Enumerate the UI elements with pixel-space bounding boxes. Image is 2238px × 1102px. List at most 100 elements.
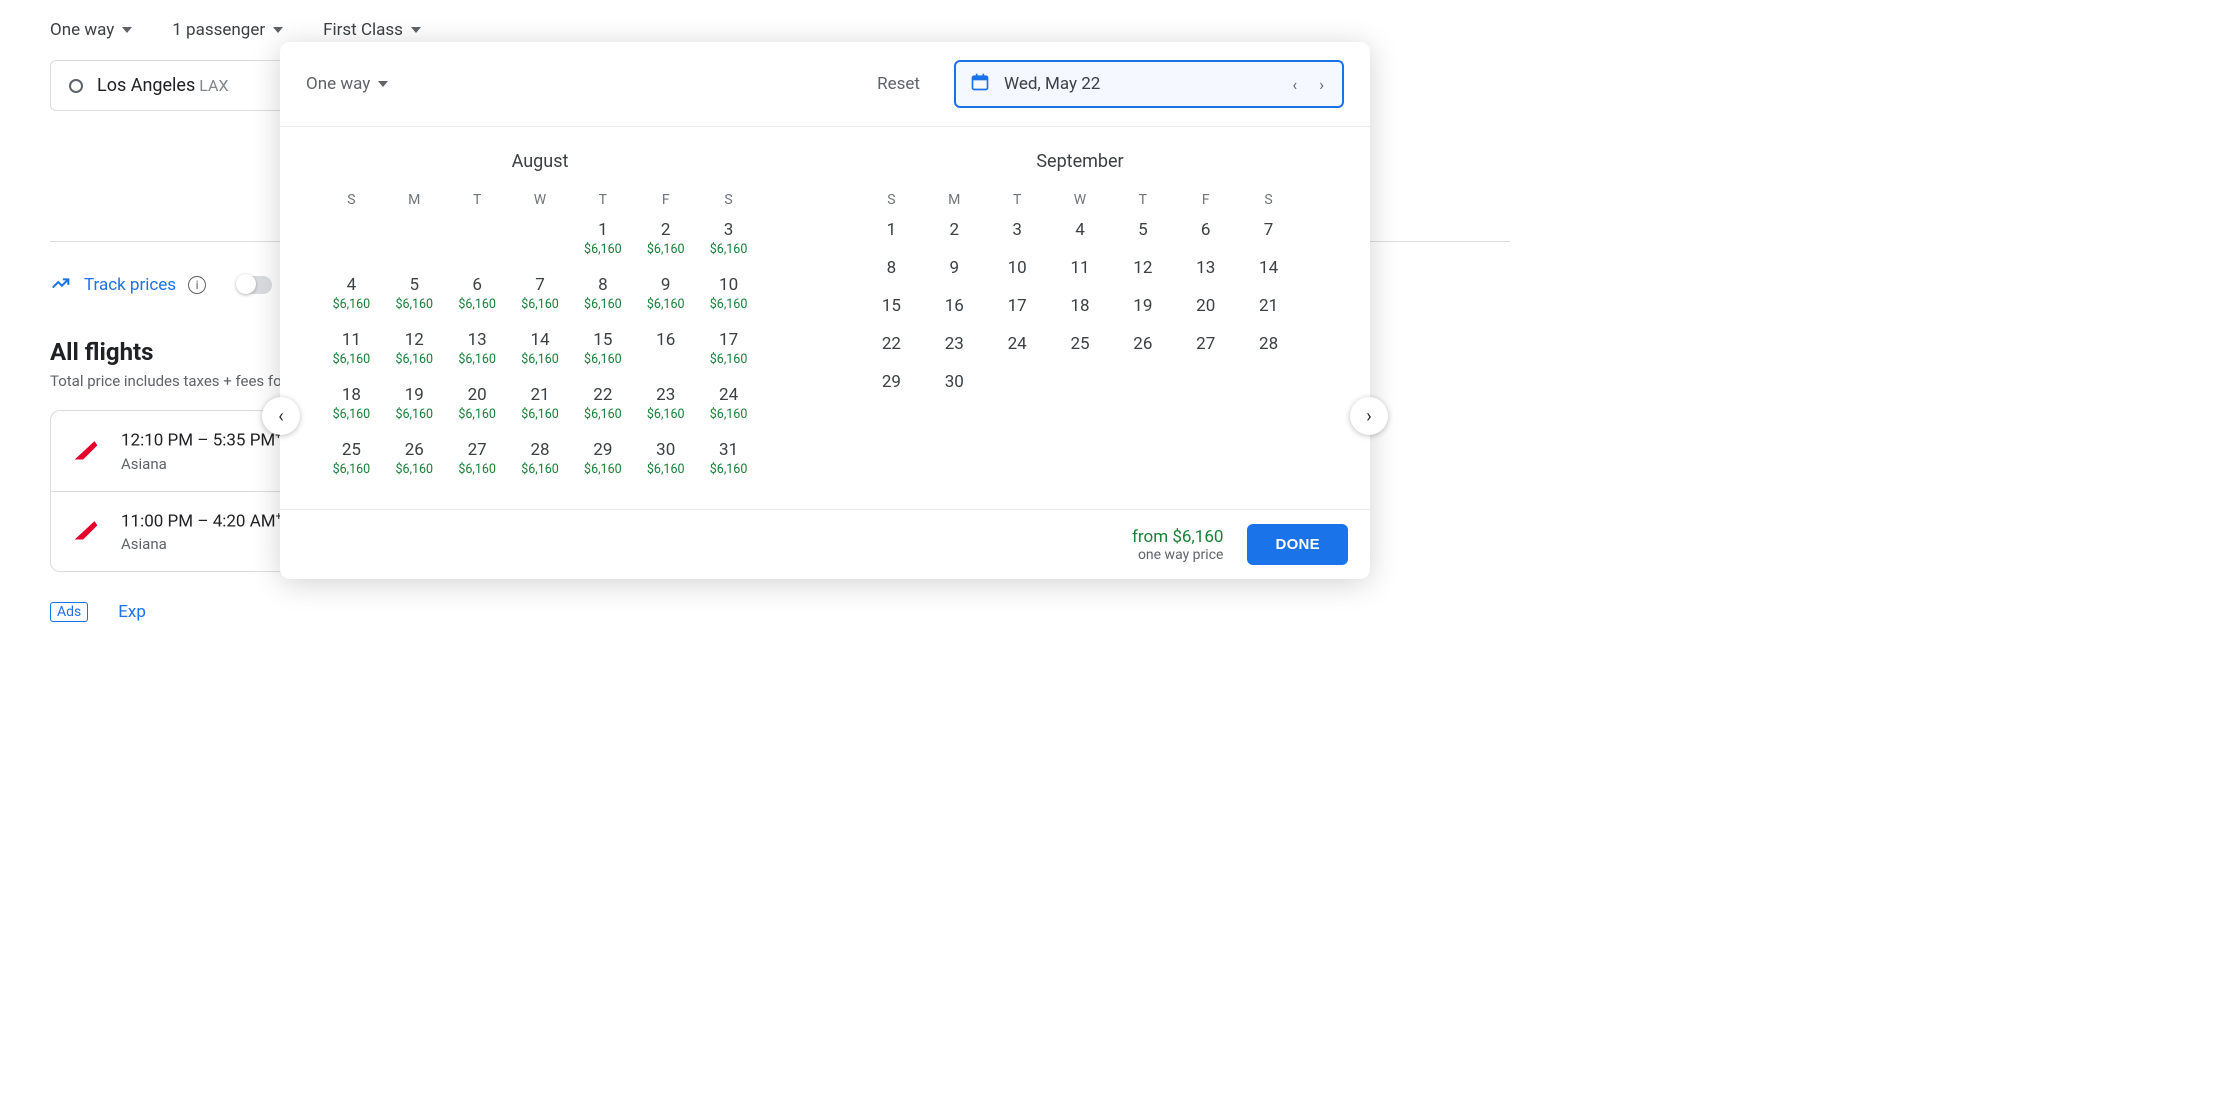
day-price: $6,160	[383, 297, 446, 312]
calendar-day[interactable]: 22$6,160	[571, 383, 634, 424]
calendar-day[interactable]: 6$6,160	[446, 273, 509, 314]
calendar-day[interactable]: 27$6,160	[446, 438, 509, 479]
calendar-day[interactable]: 24	[986, 332, 1049, 356]
calendar-day[interactable]: 17$6,160	[697, 328, 760, 369]
calendar-day[interactable]: 2$6,160	[634, 218, 697, 259]
calendar-day[interactable]: 9	[923, 256, 986, 280]
calendar-day[interactable]: 7	[1237, 218, 1300, 242]
next-day-button[interactable]: ›	[1315, 75, 1328, 94]
calendar-day[interactable]: 4$6,160	[320, 273, 383, 314]
calendar-day[interactable]: 2	[923, 218, 986, 242]
day-price: $6,160	[634, 297, 697, 312]
calendar-day[interactable]: 19	[1111, 294, 1174, 318]
cabin-dropdown[interactable]: First Class	[323, 20, 421, 40]
calendar-day[interactable]: 31 $6,160	[697, 438, 760, 479]
calendar-day[interactable]: 20$6,160	[446, 383, 509, 424]
day-price: $6,160	[320, 297, 383, 312]
day-number: 20	[468, 385, 487, 405]
calendar-day[interactable]: 26	[1111, 332, 1174, 356]
weekday-label: S	[860, 192, 923, 208]
calendar-day[interactable]: 23$6,160	[634, 383, 697, 424]
calendar-day[interactable]: 10$6,160	[697, 273, 760, 314]
calendar-day[interactable]: 28$6,160	[509, 438, 572, 479]
calendar-icon	[970, 72, 990, 96]
day-price: $6,160	[634, 462, 697, 477]
day-number: 28	[1259, 334, 1278, 354]
calendar-day[interactable]: 18$6,160	[320, 383, 383, 424]
next-month-button[interactable]: ›	[1350, 397, 1388, 435]
calendar-day[interactable]: 23	[923, 332, 986, 356]
calendar-day[interactable]: 3$6,160	[697, 218, 760, 259]
calendar-day[interactable]: 24$6,160	[697, 383, 760, 424]
day-price: $6,160	[509, 407, 572, 422]
weekday-label: T	[986, 192, 1049, 208]
calendar-day[interactable]: 22	[860, 332, 923, 356]
calendar-day[interactable]: 28	[1237, 332, 1300, 356]
calendar-day[interactable]: 1$6,160	[571, 218, 634, 259]
selected-date-field[interactable]: Wed, May 22 ‹ ›	[954, 60, 1344, 108]
calendar-day[interactable]: 14	[1237, 256, 1300, 280]
info-icon[interactable]: i	[188, 276, 206, 294]
calendar-day[interactable]: 19$6,160	[383, 383, 446, 424]
calendar-day[interactable]: 7$6,160	[509, 273, 572, 314]
calendar-day[interactable]: 29	[860, 370, 923, 394]
calendar-day[interactable]: 18	[1049, 294, 1112, 318]
done-button[interactable]: DONE	[1247, 524, 1348, 565]
calendar-day[interactable]: 14$6,160	[509, 328, 572, 369]
reset-button[interactable]: Reset	[877, 74, 920, 94]
day-number: 17	[1008, 296, 1027, 316]
calendar-day[interactable]: 4	[1049, 218, 1112, 242]
calendar-day[interactable]: 8	[860, 256, 923, 280]
calendar-day[interactable]: 5	[1111, 218, 1174, 242]
calendar-day[interactable]: 16	[634, 328, 697, 369]
ads-link[interactable]: Exp	[118, 602, 146, 622]
calendar-day[interactable]: 8$6,160	[571, 273, 634, 314]
calendar-day[interactable]: 11	[1049, 256, 1112, 280]
calendar-day[interactable]: 17	[986, 294, 1049, 318]
day-number: 2	[949, 220, 959, 240]
calendar-day[interactable]: 30	[923, 370, 986, 394]
prev-month-button[interactable]: ‹	[262, 397, 300, 435]
passengers-dropdown[interactable]: 1 passenger	[172, 20, 283, 40]
calendar-day[interactable]: 5$6,160	[383, 273, 446, 314]
calendar-day[interactable]: 15	[860, 294, 923, 318]
day-number: 20	[1196, 296, 1215, 316]
calendar-day[interactable]: 12$6,160	[383, 328, 446, 369]
calendar-day[interactable]: 9$6,160	[634, 273, 697, 314]
picker-trip-type-dropdown[interactable]: One way	[306, 74, 388, 94]
calendar-day[interactable]: 26$6,160	[383, 438, 446, 479]
calendar-day[interactable]: 16	[923, 294, 986, 318]
calendar-day[interactable]: 29$6,160	[571, 438, 634, 479]
trip-type-dropdown[interactable]: One way	[50, 20, 132, 40]
day-number: 2	[661, 220, 671, 240]
calendar-day[interactable]: 13	[1174, 256, 1237, 280]
calendar-day[interactable]: 25$6,160	[320, 438, 383, 479]
calendar-day[interactable]: 21$6,160	[509, 383, 572, 424]
calendar-grid: 1$6,1602$6,1603$6,1604$6,1605$6,1606$6,1…	[320, 218, 760, 479]
day-price: $6,160	[697, 462, 760, 477]
calendar-day[interactable]: 1	[860, 218, 923, 242]
day-number: 31	[719, 440, 738, 460]
calendar-day[interactable]: 30$6,160	[634, 438, 697, 479]
day-number: 14	[530, 330, 549, 350]
calendar-day[interactable]: 20	[1174, 294, 1237, 318]
track-prices-toggle[interactable]	[238, 276, 272, 294]
day-number: 18	[1070, 296, 1089, 316]
prev-day-button[interactable]: ‹	[1288, 75, 1301, 94]
calendar-day[interactable]: 6	[1174, 218, 1237, 242]
airline-logo-icon	[69, 434, 103, 468]
calendar-day[interactable]: 25	[1049, 332, 1112, 356]
calendar-day[interactable]: 27	[1174, 332, 1237, 356]
calendar-day[interactable]: 13$6,160	[446, 328, 509, 369]
calendar-day[interactable]: 21	[1237, 294, 1300, 318]
flight-airline: Asiana	[121, 455, 288, 473]
day-number: 10	[719, 275, 738, 295]
calendar-day[interactable]: 10	[986, 256, 1049, 280]
calendar-day[interactable]: 11$6,160	[320, 328, 383, 369]
day-number: 24	[719, 385, 738, 405]
month-name: August	[320, 151, 760, 172]
calendar-day[interactable]: 3	[986, 218, 1049, 242]
calendar-day[interactable]: 15$6,160	[571, 328, 634, 369]
calendar-day[interactable]: 12	[1111, 256, 1174, 280]
day-number: 29	[593, 440, 612, 460]
